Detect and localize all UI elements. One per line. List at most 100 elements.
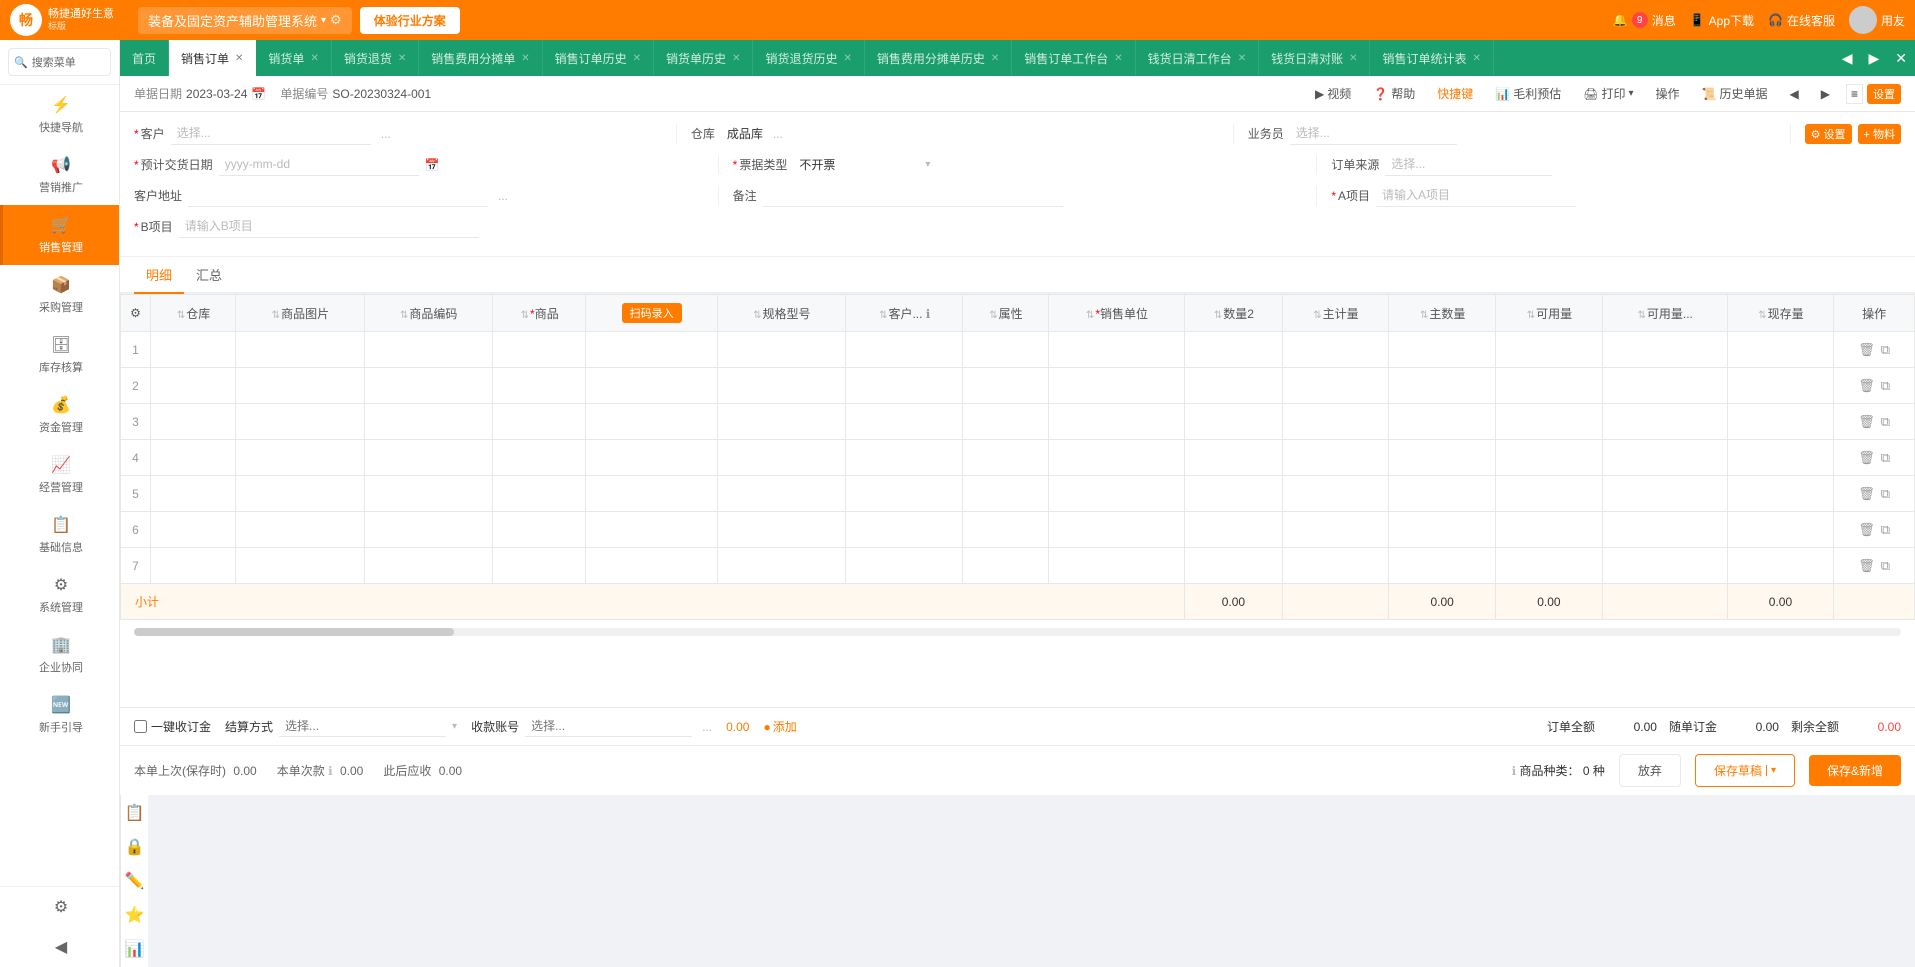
copy-icon[interactable]: ⧉ [1881,522,1890,538]
tab-close-icon[interactable]: ✕ [521,53,529,64]
sidebar-item-sales[interactable]: 🛒 销售管理 [0,205,119,265]
th-settings[interactable]: ⚙ [121,295,151,332]
add-btn[interactable]: ● 添加 [763,718,796,735]
tab-detail[interactable]: 明细 [134,257,184,294]
sidebar-item-operations[interactable]: 📈 经营管理 [0,445,119,505]
calendar2-icon[interactable]: 📅 [425,158,440,172]
save-draft-btn[interactable]: 保存草稿 ▾ [1695,754,1795,787]
remarks-input[interactable] [763,184,1063,207]
tab-order-workbench[interactable]: 销售订单工作台 ✕ [1012,40,1135,76]
right-icon-edit[interactable]: ✏️ [125,871,145,891]
tab-close-icon[interactable]: ✕ [732,53,740,64]
address-dots[interactable]: ... [498,189,508,203]
tab-sales-order-history[interactable]: 销售订单历史 ✕ [543,40,654,76]
search-menu-btn[interactable]: 🔍 搜索菜单 [8,48,111,76]
sidebar-item-finance[interactable]: 💰 资金管理 [0,385,119,445]
user-menu[interactable]: 用友 [1849,6,1905,34]
sidebar-item-collapse[interactable]: ◀ [0,927,119,967]
tab-sales-invoice[interactable]: 销货单 ✕ [256,40,331,76]
tab-next-btn[interactable]: ▶ [1860,50,1887,67]
sidebar-item-inventory[interactable]: 🗄 库存核算 [0,325,119,385]
right-icon-lock[interactable]: 🔒 [125,837,145,857]
delivery-input[interactable] [219,153,419,176]
tab-close-icon[interactable]: ✕ [991,53,999,64]
tab-close-icon[interactable]: ✕ [1349,53,1357,64]
tab-return-history[interactable]: 销货退货历史 ✕ [753,40,864,76]
sidebar-item-quicknav[interactable]: ⚡ 快捷导航 [0,85,119,145]
profit-btn[interactable]: 📊 毛利预估 [1489,82,1567,105]
sidebar-item-basicinfo[interactable]: 📋 基础信息 [0,505,119,565]
order-source-input[interactable] [1385,153,1552,176]
scrollbar-track[interactable] [134,628,1901,636]
view-btn[interactable]: ▶ 视频 [1309,82,1357,105]
aproject-input[interactable] [1376,184,1576,207]
delete-icon[interactable]: 🗑 [1858,378,1875,394]
sidebar-item-purchase[interactable]: 📦 采购管理 [0,265,119,325]
tab-close-icon[interactable]: ✕ [843,53,851,64]
calendar-icon[interactable]: 📅 [251,87,266,101]
tab-sales-order[interactable]: 销售订单 ✕ [169,40,256,76]
tab-invoice-history[interactable]: 销货单历史 ✕ [654,40,753,76]
customer-input[interactable] [171,122,371,145]
scan-btn[interactable]: 扫码录入 [622,303,682,323]
right-icon-star[interactable]: ⭐ [125,905,145,925]
warehouse-dots[interactable]: ... [773,127,783,141]
address-input[interactable] [188,184,488,207]
staff-input[interactable] [1290,122,1457,145]
tab-close-icon[interactable]: ✕ [310,53,318,64]
tab-expense-history[interactable]: 销售费用分摊单历史 ✕ [865,40,1012,76]
tab-close-icon[interactable]: ✕ [235,53,243,64]
one-click-checkbox[interactable]: 一键收订金 [134,718,211,735]
delete-icon[interactable]: 🗑 [1858,342,1875,358]
tab-close-icon[interactable]: ✕ [1114,53,1122,64]
copy-icon[interactable]: ⧉ [1881,486,1890,502]
gear-icon[interactable]: ⚙ [330,12,342,28]
operate-btn[interactable]: 操作 [1650,82,1686,105]
system-title[interactable]: 装备及固定资产辅助管理系统 ▾ ⚙ [138,7,352,34]
copy-icon[interactable]: ⧉ [1881,378,1890,394]
sidebar-item-sysmanage[interactable]: ⚙ 系统管理 [0,565,119,625]
nav-next-btn[interactable]: ▶ [1815,84,1836,104]
tab-summary[interactable]: 汇总 [184,257,234,294]
delete-icon[interactable]: 🗑 [1858,558,1875,574]
tab-close-icon[interactable]: ✕ [633,53,641,64]
invoice-dropdown-icon[interactable]: ▾ [925,159,930,170]
add-material-btn[interactable]: + 物料 [1858,124,1901,144]
settings-icon[interactable]: 设置 [1867,84,1901,104]
one-click-checkbox-input[interactable] [134,720,147,733]
tab-home[interactable]: 首页 [120,40,169,76]
save-new-btn[interactable]: 保存&新增 [1809,755,1901,786]
account-input[interactable] [525,716,692,737]
sidebar-item-marketing[interactable]: 📢 营销推广 [0,145,119,205]
print-btn[interactable]: 🖨 打印 ▾ [1577,82,1639,105]
copy-icon[interactable]: ⧉ [1881,450,1890,466]
sidebar-item-settings[interactable]: ⚙ [0,887,119,927]
copy-icon[interactable]: ⧉ [1881,558,1890,574]
delete-icon[interactable]: 🗑 [1858,522,1875,538]
delete-icon[interactable]: 🗑 [1858,486,1875,502]
settlement-dropdown[interactable]: ▾ [452,721,457,732]
history-btn[interactable]: 📜 历史单据 [1696,82,1774,105]
help-btn[interactable]: ❓ 帮助 [1367,82,1421,105]
info-icon[interactable]: ℹ [926,307,931,321]
right-icon-chart[interactable]: 📊 [125,939,145,959]
doc-date-value[interactable]: 2023-03-24 [186,87,247,101]
list-view-icon[interactable]: ≡ [1846,84,1863,104]
tab-close-icon[interactable]: ✕ [1473,53,1481,64]
customer-dots[interactable]: ... [381,127,391,141]
sidebar-item-newguide[interactable]: 🆕 新手引导 [0,685,119,745]
tab-close-icon[interactable]: ✕ [398,53,406,64]
account-dots[interactable]: ... [702,720,712,734]
bproject-input[interactable] [179,215,479,238]
tab-close-icon[interactable]: ✕ [1238,53,1246,64]
tab-daily-reconcile[interactable]: 钱货日清对账 ✕ [1259,40,1370,76]
tab-sales-expense[interactable]: 销售费用分摊单 ✕ [419,40,542,76]
tab-prev-btn[interactable]: ◀ [1834,50,1861,67]
notification-btn[interactable]: 🔔 9 消息 [1613,12,1676,29]
online-service-btn[interactable]: 🎧 在线客服 [1768,12,1835,29]
tab-more-btn[interactable]: ✕ [1887,50,1915,67]
app-download-btn[interactable]: 📱 App下载 [1690,12,1754,29]
sidebar-item-enterprise[interactable]: 🏢 企业协同 [0,625,119,685]
shortcut-btn[interactable]: 快捷键 [1431,82,1479,105]
tab-sales-stats[interactable]: 销售订单统计表 ✕ [1370,40,1493,76]
